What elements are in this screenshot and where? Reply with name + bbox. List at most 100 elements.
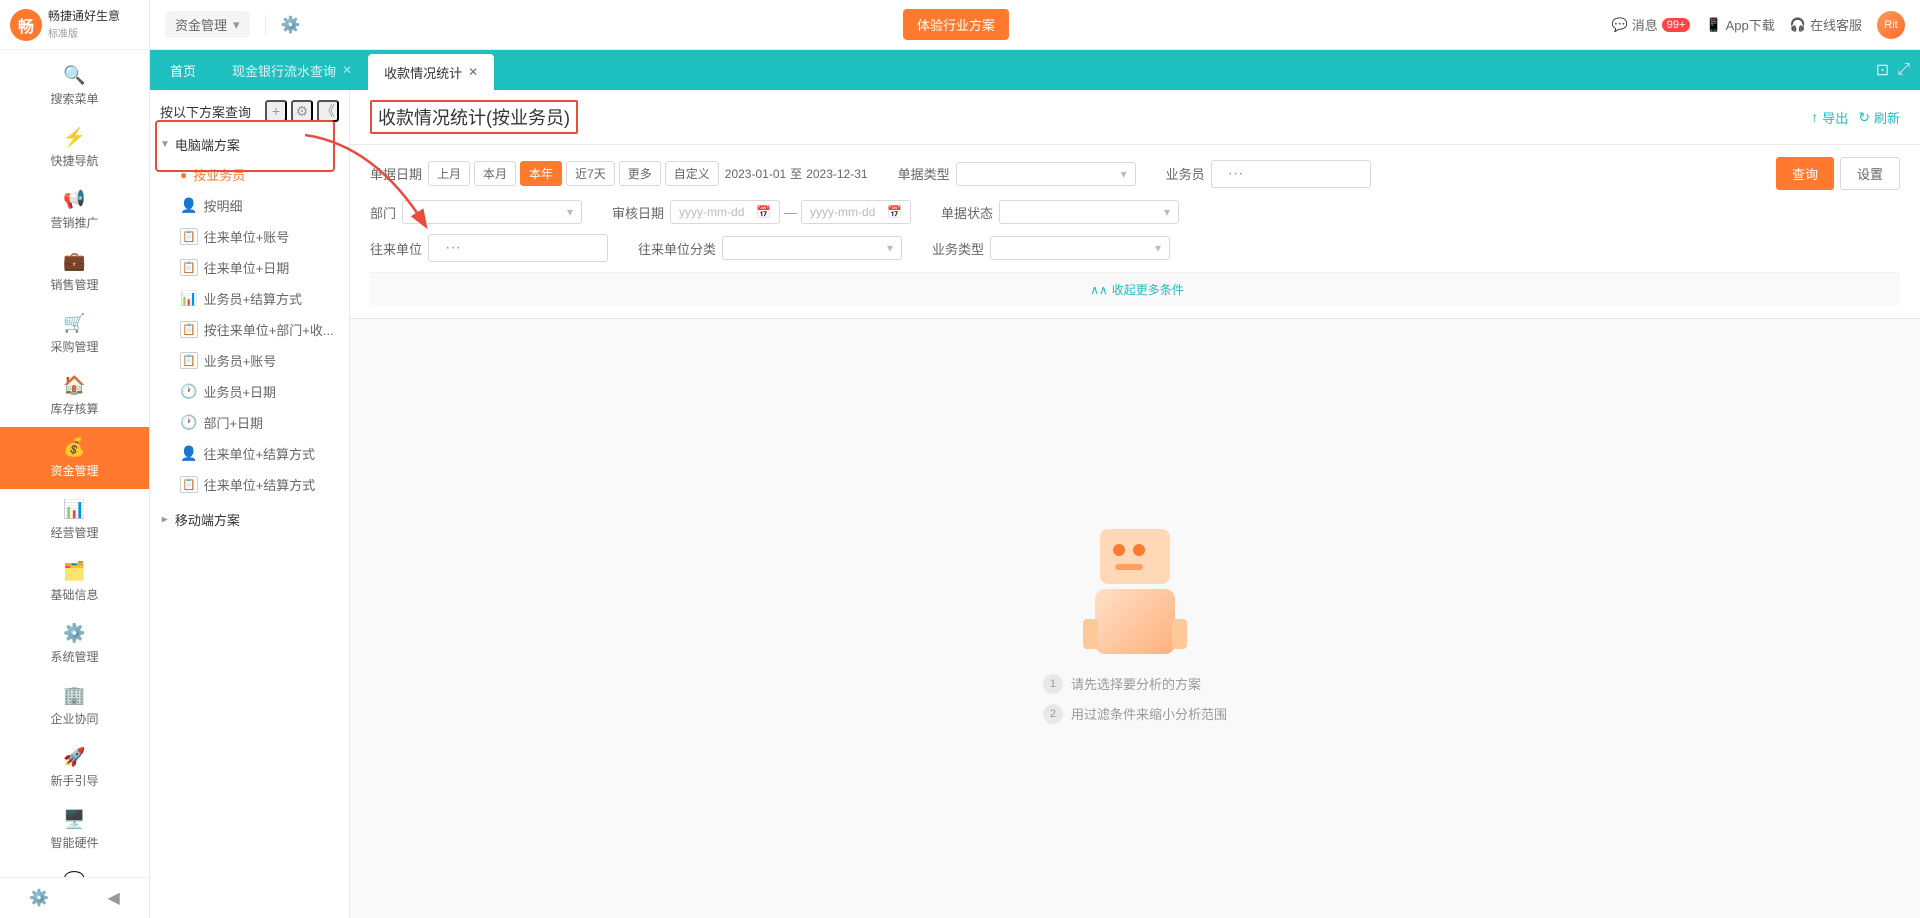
date-separator: 至 <box>790 165 802 182</box>
date-btn-last-month[interactable]: 上月 <box>428 161 470 186</box>
collapse-label: 收起更多条件 <box>1112 281 1184 298</box>
partner-more-btn[interactable]: ··· <box>441 239 465 257</box>
sidebar-item-quick[interactable]: ⚡ 快捷导航 <box>0 117 149 179</box>
add-scheme-btn[interactable]: + <box>265 100 287 122</box>
message-label: 消息 <box>1632 15 1658 34</box>
voucher-status-select[interactable]: ▾ <box>999 200 1179 224</box>
sidebar-item-inventory[interactable]: 🏠 库存核算 <box>0 365 149 427</box>
scheme-item-dept-date-label: 部门+日期 <box>203 413 263 432</box>
sidebar-label-sales: 销售管理 <box>50 276 98 293</box>
staff-more-btn[interactable]: ··· <box>1224 165 1248 183</box>
business-type-select[interactable]: ▾ <box>990 236 1170 260</box>
tab-bank-close-icon[interactable]: ✕ <box>342 63 352 77</box>
scheme-item-dept-date[interactable]: 🕐 部门+日期 <box>150 407 349 438</box>
partner-category-filter: 往来单位分类 ▾ <box>638 236 902 260</box>
tab-expand-icon[interactable]: ⤢ <box>1897 61 1910 79</box>
voucher-status-filter: 单据状态 ▾ <box>941 200 1179 224</box>
staff-scheme-icon: ● <box>180 168 187 182</box>
sidebar-item-hardware[interactable]: 🖥️ 智能硬件 <box>0 799 149 861</box>
sidebar-item-guide[interactable]: 🚀 新手引导 <box>0 737 149 799</box>
partner-category-select[interactable]: ▾ <box>722 236 902 260</box>
scheme-item-unit-settle1-label: 往来单位+结算方式 <box>203 444 315 463</box>
date-btn-custom[interactable]: 自定义 <box>665 161 719 186</box>
left-panel-title: 按以下方案查询 <box>160 102 251 121</box>
app-download-btn[interactable]: 📱 App下载 <box>1705 15 1774 34</box>
empty-state: 1 请先选择要分析的方案 2 用过滤条件来缩小分析范围 <box>1043 514 1227 724</box>
scheme-item-staff-date[interactable]: 🕐 业务员+日期 <box>150 376 349 407</box>
refresh-label: 刷新 <box>1874 108 1900 127</box>
filter-row-1: 单据日期 上月 本月 本年 近7天 更多 自定义 2023-01-01 至 <box>370 157 1900 190</box>
unit-settle2-icon: 📋 <box>180 476 198 493</box>
tab-receipt[interactable]: 收款情况统计 ✕ <box>368 54 494 90</box>
scheme-item-unit-account[interactable]: 📋 往来单位+账号 <box>150 221 349 252</box>
tab-receipt-close-icon[interactable]: ✕ <box>468 65 478 79</box>
tab-minimize-icon[interactable]: ⊡ <box>1876 60 1889 80</box>
bottom-settings-icon[interactable]: ⚙️ <box>29 888 49 908</box>
audit-date-start[interactable]: yyyy-mm-dd 📅 <box>670 200 780 224</box>
service-label: 在线客服 <box>1810 15 1862 34</box>
sidebar-item-finance[interactable]: 💰 资金管理 <box>0 427 149 489</box>
voucher-type-filter: 单据类型 ▾ <box>898 162 1136 186</box>
scheme-item-unit-settle2[interactable]: 📋 往来单位+结算方式 <box>150 469 349 500</box>
scheme-item-by-staff[interactable]: ● 按业务员 <box>150 159 349 190</box>
sidebar-item-corp[interactable]: 🏢 企业协同 <box>0 675 149 737</box>
bottom-collapse-icon[interactable]: ◀ <box>107 888 119 908</box>
scheme-btn[interactable]: 体验行业方案 <box>903 9 1009 40</box>
partner-select[interactable]: ··· <box>428 234 608 262</box>
scheme-item-staff-date-label: 业务员+日期 <box>203 382 276 401</box>
tab-home-label: 首页 <box>170 61 196 80</box>
tab-receipt-label: 收款情况统计 <box>384 63 462 82</box>
voucher-status-dropdown-icon: ▾ <box>1164 205 1170 219</box>
scheme-settings-btn[interactable]: ⚙ <box>291 100 313 122</box>
date-btn-more[interactable]: 更多 <box>619 161 661 186</box>
staff-select[interactable]: ··· <box>1211 160 1371 188</box>
sidebar-item-operation[interactable]: 📊 经营管理 <box>0 489 149 551</box>
scheme-item-staff-account[interactable]: 📋 业务员+账号 <box>150 345 349 376</box>
filter-settings-btn[interactable]: 设置 <box>1840 157 1900 190</box>
robot-illustration <box>1065 514 1205 654</box>
unit-dept-recv-icon: 📋 <box>180 321 198 338</box>
voucher-type-select[interactable]: ▾ <box>956 162 1136 186</box>
refresh-btn[interactable]: ↻ 刷新 <box>1858 108 1900 127</box>
sidebar-item-purchase[interactable]: 🛒 采购管理 <box>0 303 149 365</box>
desktop-expand-arrow-icon: ▼ <box>160 139 170 150</box>
collapse-panel-btn[interactable]: 《 <box>317 100 339 122</box>
sidebar-item-system[interactable]: ⚙️ 系统管理 <box>0 613 149 675</box>
scheme-item-unit-dept-recv-label: 按往来单位+部门+收... <box>204 320 334 339</box>
sidebar-item-wechat[interactable]: 💬 企业微信 <box>0 861 149 877</box>
scheme-item-staff-settle[interactable]: 📊 业务员+结算方式 <box>150 283 349 314</box>
scheme-group-mobile-header[interactable]: ▼ 移动端方案 <box>150 505 349 534</box>
sidebar-item-sales[interactable]: 💼 销售管理 <box>0 241 149 303</box>
tab-bank[interactable]: 现金银行流水查询 ✕ <box>216 50 368 90</box>
gear-icon[interactable]: ⚙️ <box>281 15 301 35</box>
content-area: 按以下方案查询 + ⚙ 《 ▼ 电脑端方案 ● 按业务员 👤 <box>150 90 1920 918</box>
logo-icon: 畅 <box>10 9 42 41</box>
tab-home[interactable]: 首页 <box>150 50 216 90</box>
topbar-right: 💬 消息 99+ 📱 App下载 🎧 在线客服 Rit <box>1612 11 1905 39</box>
sidebar-item-search[interactable]: 🔍 搜索菜单 <box>0 55 149 117</box>
sidebar-item-marketing[interactable]: 📢 营销推广 <box>0 179 149 241</box>
user-avatar[interactable]: Rit <box>1877 11 1905 39</box>
scheme-item-unit-settle1[interactable]: 👤 往来单位+结算方式 <box>150 438 349 469</box>
date-btn-last7days[interactable]: 近7天 <box>566 161 615 186</box>
left-panel: 按以下方案查询 + ⚙ 《 ▼ 电脑端方案 ● 按业务员 👤 <box>150 90 350 918</box>
scheme-item-unit-dept-recv[interactable]: 📋 按往来单位+部门+收... <box>150 314 349 345</box>
date-btn-this-year[interactable]: 本年 <box>520 161 562 186</box>
audit-date-end[interactable]: yyyy-mm-dd 📅 <box>801 200 911 224</box>
sidebar-item-basic[interactable]: 🗂️ 基础信息 <box>0 551 149 613</box>
message-btn[interactable]: 💬 消息 99+ <box>1612 15 1691 34</box>
export-btn[interactable]: ↑ 导出 <box>1811 108 1848 127</box>
scheme-item-unit-date[interactable]: 📋 往来单位+日期 <box>150 252 349 283</box>
query-btn[interactable]: 查询 <box>1776 157 1834 190</box>
scheme-item-by-detail[interactable]: 👤 按明细 <box>150 190 349 221</box>
service-btn[interactable]: 🎧 在线客服 <box>1790 15 1862 34</box>
collapse-row[interactable]: ∧∧ 收起更多条件 <box>370 272 1900 306</box>
tabbar: 首页 现金银行流水查询 ✕ 收款情况统计 ✕ ⊡ ⤢ <box>150 50 1920 90</box>
sidebar-label-guide: 新手引导 <box>50 772 98 789</box>
basic-icon: 🗂️ <box>63 561 85 582</box>
date-btn-this-month[interactable]: 本月 <box>474 161 516 186</box>
operation-icon: 📊 <box>63 499 85 520</box>
dept-select[interactable]: ▾ <box>402 200 582 224</box>
quick-icon: ⚡ <box>63 127 85 148</box>
scheme-group-desktop-header[interactable]: ▼ 电脑端方案 <box>150 130 349 159</box>
